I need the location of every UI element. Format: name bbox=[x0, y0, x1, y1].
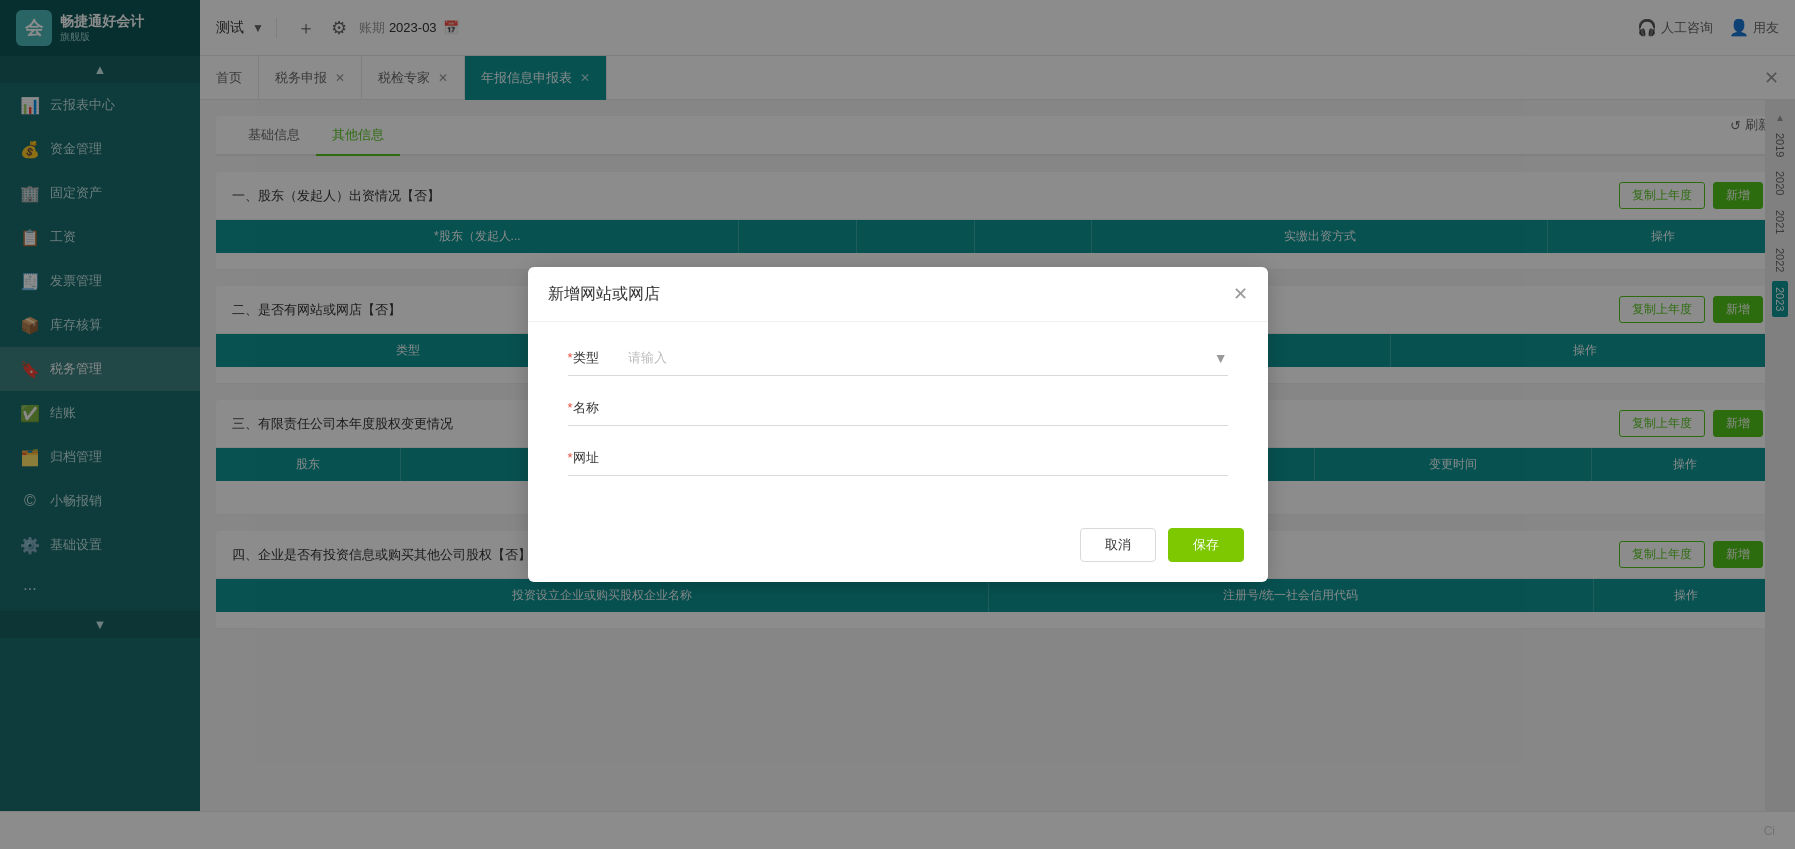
form-field-type: *类型 ▼ bbox=[568, 346, 1228, 376]
url-label: *网址 bbox=[568, 449, 628, 467]
modal-close-button[interactable]: ✕ bbox=[1233, 283, 1248, 305]
modal-body: *类型 ▼ *名称 *网址 bbox=[528, 322, 1268, 512]
name-input[interactable] bbox=[628, 396, 1228, 419]
url-input[interactable] bbox=[628, 446, 1228, 469]
modal-add-website: 新增网站或网店 ✕ *类型 ▼ *名称 bbox=[528, 267, 1268, 582]
url-required-star: * bbox=[568, 450, 573, 465]
cancel-button[interactable]: 取消 bbox=[1080, 528, 1156, 562]
form-field-url: *网址 bbox=[568, 446, 1228, 476]
type-required-star: * bbox=[568, 350, 573, 365]
modal-footer: 取消 保存 bbox=[528, 512, 1268, 582]
modal-overlay: 新增网站或网店 ✕ *类型 ▼ *名称 bbox=[0, 0, 1795, 849]
modal-header: 新增网站或网店 ✕ bbox=[528, 267, 1268, 322]
form-row-url: *网址 bbox=[568, 446, 1228, 476]
save-button[interactable]: 保存 bbox=[1168, 528, 1244, 562]
type-label: *类型 bbox=[568, 349, 628, 367]
type-input[interactable] bbox=[628, 346, 1214, 369]
modal-title: 新增网站或网店 bbox=[548, 284, 660, 305]
form-row-name: *名称 bbox=[568, 396, 1228, 426]
name-required-star: * bbox=[568, 400, 573, 415]
form-field-name: *名称 bbox=[568, 396, 1228, 426]
type-dropdown-icon[interactable]: ▼ bbox=[1214, 350, 1228, 366]
form-row-type: *类型 ▼ bbox=[568, 346, 1228, 376]
name-label: *名称 bbox=[568, 399, 628, 417]
